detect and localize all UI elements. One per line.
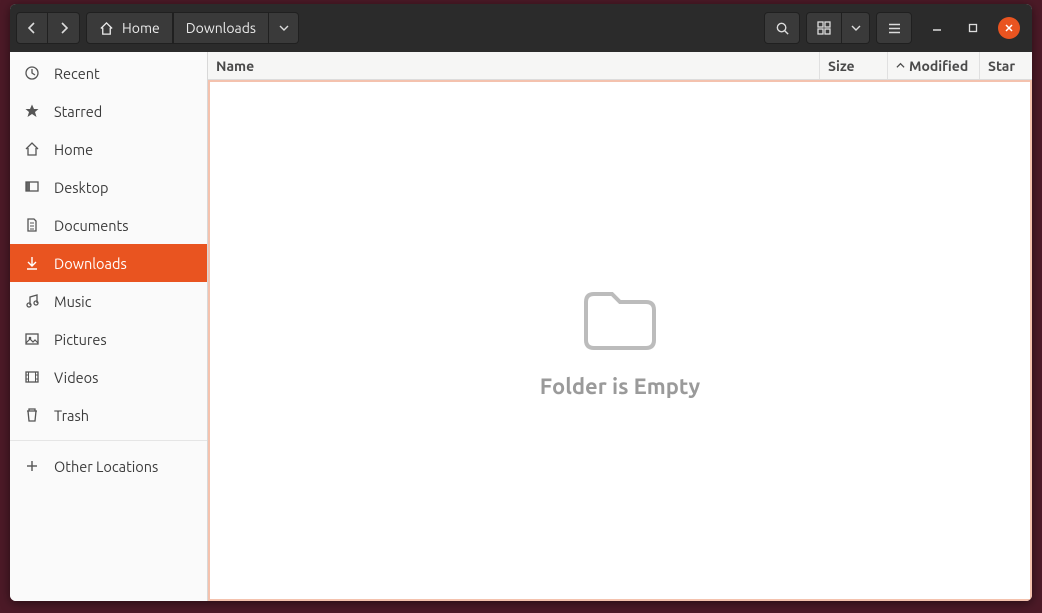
column-header-name[interactable]: Name <box>208 52 820 79</box>
maximize-icon <box>968 23 978 33</box>
path-dropdown-button[interactable] <box>269 12 299 44</box>
sidebar-item-starred[interactable]: Starred <box>10 92 207 130</box>
column-header-modified[interactable]: Modified <box>888 52 980 79</box>
sidebar-item-documents[interactable]: Documents <box>10 206 207 244</box>
plus-icon <box>24 458 42 474</box>
sidebar-item-desktop[interactable]: Desktop <box>10 168 207 206</box>
nav-group <box>16 12 80 44</box>
column-label: Star <box>988 58 1015 74</box>
close-button[interactable] <box>998 17 1020 39</box>
sidebar-item-label: Documents <box>54 217 129 234</box>
sidebar-separator <box>10 440 207 441</box>
videos-icon <box>24 369 42 385</box>
sidebar-item-pictures[interactable]: Pictures <box>10 320 207 358</box>
folder-content-area[interactable]: Folder is Empty <box>208 80 1032 601</box>
sidebar-item-recent[interactable]: Recent <box>10 54 207 92</box>
grid-icon <box>817 21 831 35</box>
sidebar-item-label: Desktop <box>54 179 108 196</box>
empty-folder-icon <box>578 282 662 356</box>
view-switcher <box>806 12 870 44</box>
hamburger-menu-button[interactable] <box>876 12 912 44</box>
minimize-button[interactable] <box>926 17 948 39</box>
view-options-button[interactable] <box>842 12 870 44</box>
sidebar-item-label: Trash <box>54 407 89 424</box>
hamburger-icon <box>887 21 902 36</box>
close-icon <box>1004 23 1014 33</box>
sidebar: Recent Starred Home Desktop <box>10 52 208 601</box>
sidebar-item-label: Pictures <box>54 331 107 348</box>
download-icon <box>24 255 42 271</box>
body: Recent Starred Home Desktop <box>10 52 1032 601</box>
sidebar-item-label: Other Locations <box>54 458 158 475</box>
search-icon <box>775 21 790 36</box>
sidebar-item-videos[interactable]: Videos <box>10 358 207 396</box>
column-label: Modified <box>909 58 968 74</box>
minimize-icon <box>932 23 942 33</box>
sidebar-item-trash[interactable]: Trash <box>10 396 207 434</box>
forward-button[interactable] <box>48 12 80 44</box>
home-icon <box>24 141 42 157</box>
sidebar-item-other-locations[interactable]: Other Locations <box>10 447 207 485</box>
sidebar-item-label: Downloads <box>54 255 127 272</box>
path-segment-label: Downloads <box>186 20 256 36</box>
sort-ascending-icon <box>896 61 905 70</box>
search-button[interactable] <box>764 12 800 44</box>
main-pane: Name Size Modified Star <box>208 52 1032 601</box>
back-button[interactable] <box>16 12 48 44</box>
sidebar-item-label: Starred <box>54 103 102 120</box>
sidebar-item-label: Home <box>54 141 93 158</box>
chevron-left-icon <box>26 22 38 34</box>
titlebar: Home Downloads <box>10 4 1032 52</box>
trash-icon <box>24 407 42 423</box>
pictures-icon <box>24 331 42 347</box>
documents-icon <box>24 217 42 233</box>
clock-icon <box>24 65 42 81</box>
file-manager-window: Home Downloads <box>10 4 1032 601</box>
column-headers: Name Size Modified Star <box>208 52 1032 80</box>
window-controls <box>926 17 1020 39</box>
sidebar-item-label: Videos <box>54 369 98 386</box>
sidebar-item-home[interactable]: Home <box>10 130 207 168</box>
column-header-star[interactable]: Star <box>980 52 1032 79</box>
grid-view-button[interactable] <box>806 12 842 44</box>
caret-down-icon <box>279 23 289 33</box>
caret-down-icon <box>851 23 861 33</box>
sidebar-item-label: Music <box>54 293 91 310</box>
sidebar-item-music[interactable]: Music <box>10 282 207 320</box>
chevron-right-icon <box>58 22 70 34</box>
path-bar: Home Downloads <box>86 12 299 44</box>
path-segment-home[interactable]: Home <box>86 12 173 44</box>
path-segment-current[interactable]: Downloads <box>173 12 269 44</box>
star-icon <box>24 103 42 119</box>
home-icon <box>99 21 114 36</box>
path-segment-label: Home <box>122 20 160 36</box>
column-label: Name <box>216 58 254 74</box>
column-label: Size <box>828 58 855 74</box>
desktop-icon <box>24 179 42 195</box>
column-header-size[interactable]: Size <box>820 52 888 79</box>
music-icon <box>24 293 42 309</box>
sidebar-item-downloads[interactable]: Downloads <box>10 244 207 282</box>
empty-folder-text: Folder is Empty <box>540 374 701 399</box>
maximize-button[interactable] <box>962 17 984 39</box>
sidebar-item-label: Recent <box>54 65 100 82</box>
